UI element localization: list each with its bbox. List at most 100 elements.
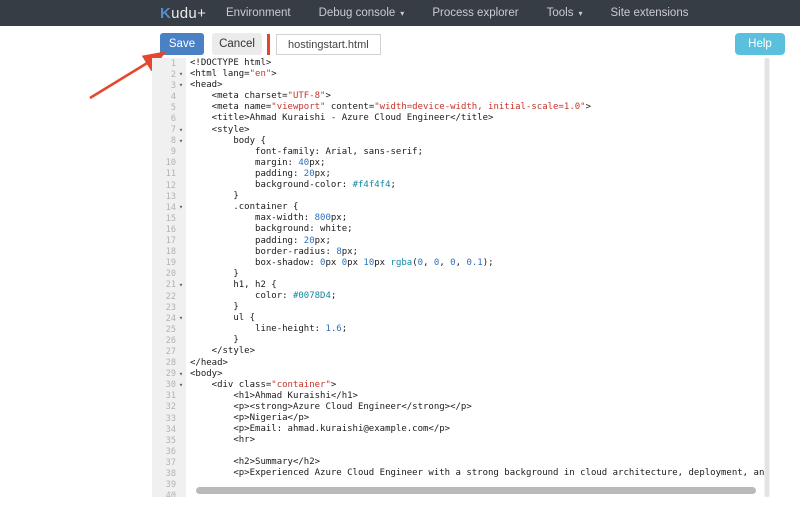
code-line[interactable]: <div class="container"> xyxy=(190,380,770,391)
line-number[interactable]: 9 xyxy=(152,147,186,158)
fold-toggle-icon[interactable]: ▾ xyxy=(176,202,186,213)
code-line[interactable]: margin: 40px; xyxy=(190,158,770,169)
line-number[interactable]: 3 ▾ xyxy=(152,80,186,91)
code-line[interactable]: <p>Experienced Azure Cloud Engineer with… xyxy=(190,468,770,479)
line-number[interactable]: 19 xyxy=(152,258,186,269)
code-line[interactable]: line-height: 1.6; xyxy=(190,324,770,335)
code-content[interactable]: <!DOCTYPE html> <html lang="en"> <head> <m… xyxy=(186,58,770,497)
cancel-button[interactable]: Cancel xyxy=(212,33,262,55)
code-line[interactable]: <h1>Ahmad Kuraishi</h1> xyxy=(190,391,770,402)
line-number[interactable]: 13 xyxy=(152,191,186,202)
code-line[interactable]: } xyxy=(190,335,770,346)
code-line[interactable]: <h2>Summary</h2> xyxy=(190,457,770,468)
line-number[interactable]: 21 ▾ xyxy=(152,280,186,291)
code-line[interactable]: <body> xyxy=(190,369,770,380)
line-number[interactable]: 7 ▾ xyxy=(152,125,186,136)
fold-toggle-icon[interactable]: ▾ xyxy=(176,280,186,291)
line-number[interactable]: 16 xyxy=(152,224,186,235)
line-number[interactable]: 31 xyxy=(152,391,186,402)
line-number[interactable]: 5 xyxy=(152,102,186,113)
line-number[interactable]: 17 xyxy=(152,236,186,247)
code-line[interactable]: <p><strong>Azure Cloud Engineer</strong>… xyxy=(190,402,770,413)
fold-toggle-icon[interactable]: ▾ xyxy=(176,125,186,136)
code-line[interactable]: box-shadow: 0px 0px 10px rgba(0, 0, 0, 0… xyxy=(190,258,770,269)
code-line[interactable]: </head> xyxy=(190,358,770,369)
kudu-logo[interactable]: Kudu+ xyxy=(160,0,206,26)
code-line[interactable]: background: white; xyxy=(190,224,770,235)
line-number[interactable]: 28 xyxy=(152,358,186,369)
nav-item-debug-console[interactable]: Debug console ▾ xyxy=(305,0,419,26)
code-line[interactable]: <title>Ahmad Kuraishi - Azure Cloud Engi… xyxy=(190,113,770,124)
code-line[interactable]: } xyxy=(190,191,770,202)
line-number[interactable]: 6 xyxy=(152,113,186,124)
code-line[interactable]: border-radius: 8px; xyxy=(190,247,770,258)
line-number[interactable]: 37 xyxy=(152,457,186,468)
code-line[interactable]: background-color: #f4f4f4; xyxy=(190,180,770,191)
line-number[interactable]: 22 xyxy=(152,291,186,302)
line-number[interactable]: 30 ▾ xyxy=(152,380,186,391)
code-line[interactable]: body { xyxy=(190,136,770,147)
line-number[interactable]: 32 xyxy=(152,402,186,413)
line-number[interactable]: 20 xyxy=(152,269,186,280)
line-number[interactable]: 38 xyxy=(152,468,186,479)
code-line[interactable]: color: #0078D4; xyxy=(190,291,770,302)
line-number[interactable]: 1 xyxy=(152,58,186,69)
code-line[interactable]: </style> xyxy=(190,346,770,357)
code-line[interactable]: font-family: Arial, sans-serif; xyxy=(190,147,770,158)
line-number[interactable]: 27 xyxy=(152,346,186,357)
line-number[interactable]: 15 xyxy=(152,213,186,224)
code-editor[interactable]: 1 2 ▾ 3 ▾ 4 5 6 7 ▾ 8 ▾ 9 10 11 12 13 14 ▾ 15 16 17 18 19 20 21 ▾ 2… xyxy=(152,58,770,497)
code-line[interactable]: padding: 20px; xyxy=(190,169,770,180)
code-line[interactable]: .container { xyxy=(190,202,770,213)
nav-item-environment[interactable]: Environment xyxy=(212,0,305,26)
line-number[interactable]: 14 ▾ xyxy=(152,202,186,213)
code-line[interactable]: } xyxy=(190,269,770,280)
code-line[interactable] xyxy=(190,446,770,457)
line-number[interactable]: 18 xyxy=(152,247,186,258)
line-number[interactable]: 29 ▾ xyxy=(152,369,186,380)
code-line[interactable]: padding: 20px; xyxy=(190,236,770,247)
line-number[interactable]: 34 xyxy=(152,424,186,435)
save-button[interactable]: Save xyxy=(160,33,204,55)
nav-item-tools[interactable]: Tools ▾ xyxy=(533,0,597,26)
line-number[interactable]: 24 ▾ xyxy=(152,313,186,324)
help-button[interactable]: Help xyxy=(735,33,785,55)
code-line[interactable]: <!DOCTYPE html> xyxy=(190,58,770,69)
nav-item-process-explorer[interactable]: Process explorer xyxy=(418,0,532,26)
nav-item-site-extensions[interactable]: Site extensions xyxy=(596,0,702,26)
horizontal-scrollbar[interactable] xyxy=(196,487,756,494)
code-line[interactable]: <hr> xyxy=(190,435,770,446)
line-number[interactable]: 33 xyxy=(152,413,186,424)
line-number[interactable]: 35 xyxy=(152,435,186,446)
line-number[interactable]: 40 xyxy=(152,491,186,497)
code-line[interactable]: <style> xyxy=(190,125,770,136)
fold-toggle-icon[interactable]: ▾ xyxy=(176,313,186,324)
line-number[interactable]: 25 xyxy=(152,324,186,335)
code-line[interactable]: ul { xyxy=(190,313,770,324)
line-number[interactable]: 23 xyxy=(152,302,186,313)
fold-toggle-icon[interactable]: ▾ xyxy=(176,369,186,380)
line-number[interactable]: 4 xyxy=(152,91,186,102)
line-number[interactable]: 11 xyxy=(152,169,186,180)
code-line[interactable]: <meta name="viewport" content="width=dev… xyxy=(190,102,770,113)
vertical-scrollbar[interactable] xyxy=(764,58,770,497)
fold-toggle-icon[interactable]: ▾ xyxy=(176,136,186,147)
line-number[interactable]: 12 xyxy=(152,180,186,191)
code-line[interactable]: <html lang="en"> xyxy=(190,69,770,80)
code-line[interactable]: <p>Nigeria</p> xyxy=(190,413,770,424)
line-number[interactable]: 26 xyxy=(152,335,186,346)
code-line[interactable]: h1, h2 { xyxy=(190,280,770,291)
fold-toggle-icon[interactable]: ▾ xyxy=(176,80,186,91)
code-line[interactable]: <head> xyxy=(190,80,770,91)
line-number[interactable]: 36 xyxy=(152,446,186,457)
code-line[interactable]: <meta charset="UTF-8"> xyxy=(190,91,770,102)
line-number[interactable]: 2 ▾ xyxy=(152,69,186,80)
line-number[interactable]: 10 xyxy=(152,158,186,169)
line-number[interactable]: 39 xyxy=(152,480,186,491)
code-line[interactable]: } xyxy=(190,302,770,313)
fold-toggle-icon[interactable]: ▾ xyxy=(176,380,186,391)
fold-toggle-icon[interactable]: ▾ xyxy=(176,69,186,80)
line-number[interactable]: 8 ▾ xyxy=(152,136,186,147)
code-line[interactable]: <p>Email: ahmad.kuraishi@example.com</p> xyxy=(190,424,770,435)
code-line[interactable]: max-width: 800px; xyxy=(190,213,770,224)
